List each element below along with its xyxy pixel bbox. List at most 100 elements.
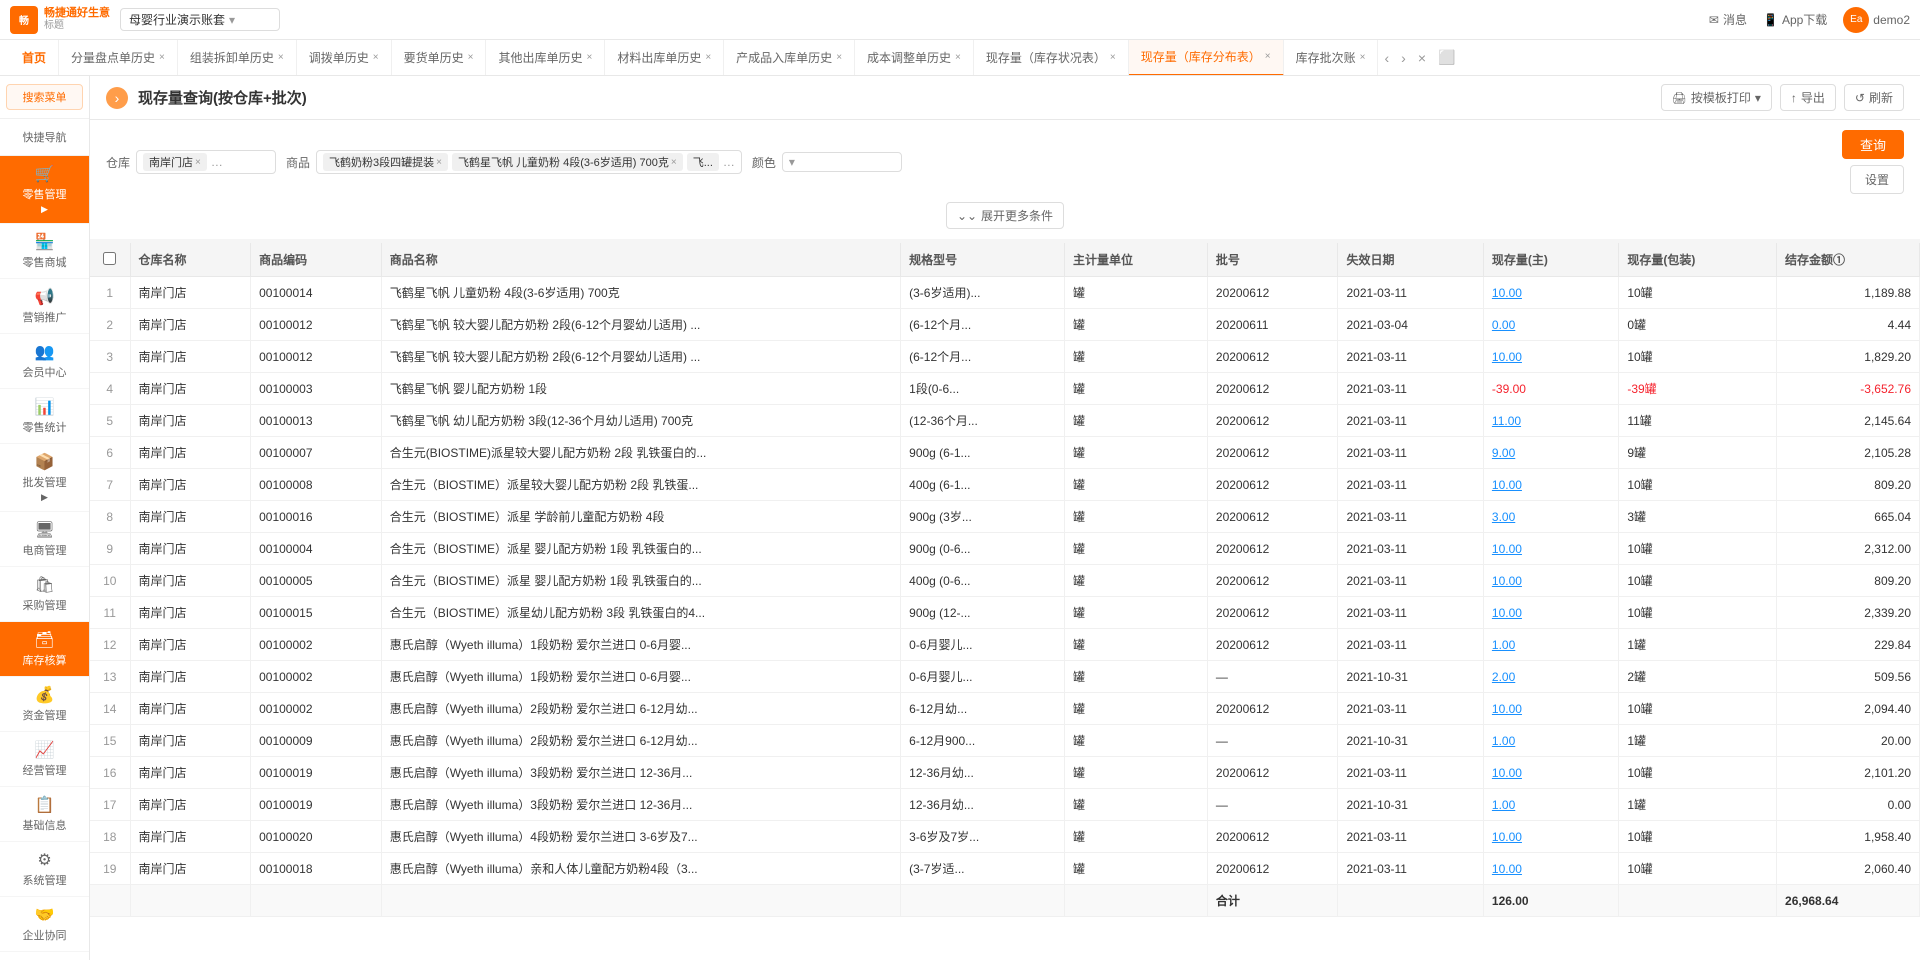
row-qty-main[interactable]: 10.00 (1483, 693, 1618, 725)
nav-next-arrow[interactable]: › (1395, 50, 1412, 66)
row-no: 12 (90, 629, 130, 661)
export-button[interactable]: ↑ 导出 (1780, 84, 1836, 111)
tab-t9[interactable]: 现存量（库存状况表） × (974, 40, 1129, 76)
tab-t10[interactable]: 现存量（库存分布表） × (1129, 40, 1284, 76)
sidebar-item-label: 库存核算 (23, 652, 67, 668)
sidebar-item-retail-shop[interactable]: 🏪 零售商城 (0, 224, 89, 279)
close-icon[interactable]: × (1110, 52, 1116, 63)
remove-tag-icon[interactable]: × (671, 157, 677, 168)
nav-prev-arrow[interactable]: ‹ (1378, 50, 1395, 66)
row-code: 00100004 (251, 533, 382, 565)
filter-more-icon[interactable]: … (211, 155, 223, 169)
col-expire: 失效日期 (1338, 243, 1483, 277)
sidebar-item-wholesale[interactable]: 📦 批发管理 ▶ (0, 444, 89, 512)
sidebar-item-retail-stats[interactable]: 📊 零售统计 (0, 389, 89, 444)
nav-tabs: 首页 分量盘点单历史 × 组装拆卸单历史 × 调拨单历史 × 要货单历史 × 其… (0, 40, 1920, 76)
quick-nav-button[interactable]: 快捷导航 (0, 123, 89, 151)
close-icon[interactable]: × (836, 52, 842, 63)
row-name: 飞鹤星飞帆 婴儿配方奶粉 1段 (381, 373, 900, 405)
tab-t4[interactable]: 要货单历史 × (392, 40, 487, 76)
query-button[interactable]: 查询 (1842, 130, 1904, 159)
user-area[interactable]: Ea demo2 (1843, 7, 1910, 33)
row-qty-main[interactable]: 11.00 (1483, 405, 1618, 437)
row-name: 飞鹤星飞帆 较大婴儿配方奶粉 2段(6-12个月婴幼儿适用) ... (381, 309, 900, 341)
close-icon[interactable]: × (373, 52, 379, 63)
close-icon[interactable]: × (278, 52, 284, 63)
search-menu-button[interactable]: 搜索菜单 (6, 84, 83, 110)
sidebar-item-basic[interactable]: 📋 基础信息 (0, 787, 89, 842)
row-warehouse: 南岸门店 (130, 437, 251, 469)
tab-t7[interactable]: 产成品入库单历史 × (724, 40, 855, 76)
sidebar-item-newbie[interactable]: 🎓 新手引导 (0, 952, 89, 960)
sidebar-item-finance[interactable]: 💰 资金管理 (0, 677, 89, 732)
row-qty-main[interactable]: 10.00 (1483, 597, 1618, 629)
row-qty-main[interactable]: 10.00 (1483, 853, 1618, 885)
warehouse-label: 仓库 (106, 154, 130, 171)
close-tab-icon[interactable]: × (1412, 50, 1432, 66)
remove-tag-icon[interactable]: × (436, 157, 442, 168)
row-qty-main[interactable]: 3.00 (1483, 501, 1618, 533)
table-header-row: 仓库名称 商品编码 商品名称 规格型号 主计量单位 批号 失效日期 现存量(主)… (90, 243, 1920, 277)
select-all-checkbox[interactable] (103, 252, 116, 265)
fullscreen-icon[interactable]: ⬜ (1432, 49, 1461, 66)
tab-t2[interactable]: 组装拆卸单历史 × (178, 40, 297, 76)
close-icon[interactable]: × (468, 52, 474, 63)
tab-t3[interactable]: 调拨单历史 × (297, 40, 392, 76)
row-qty-main[interactable]: 10.00 (1483, 821, 1618, 853)
row-qty-main[interactable]: 10.00 (1483, 469, 1618, 501)
tab-t5[interactable]: 其他出库单历史 × (486, 40, 605, 76)
close-icon[interactable]: × (1265, 51, 1271, 62)
close-icon[interactable]: × (586, 52, 592, 63)
row-qty-main[interactable]: 2.00 (1483, 661, 1618, 693)
row-qty-main[interactable]: 9.00 (1483, 437, 1618, 469)
close-icon[interactable]: × (705, 52, 711, 63)
row-qty-main[interactable]: 10.00 (1483, 565, 1618, 597)
expand-more-conditions-btn[interactable]: ⌄⌄ 展开更多条件 (946, 202, 1064, 229)
row-qty-main[interactable]: 1.00 (1483, 725, 1618, 757)
sidebar-item-ecommerce[interactable]: 🖥 电商管理 (0, 512, 89, 567)
tab-t6[interactable]: 材料出库单历史 × (605, 40, 724, 76)
close-icon[interactable]: × (1360, 52, 1366, 63)
row-qty-main[interactable]: 1.00 (1483, 629, 1618, 661)
tab-t1[interactable]: 分量盘点单历史 × (59, 40, 178, 76)
expand-sidebar-btn[interactable]: › (106, 87, 128, 109)
tab-t8[interactable]: 成本调整单历史 × (855, 40, 974, 76)
app-download-btn[interactable]: 📱 App下载 (1763, 11, 1827, 28)
row-qty-main[interactable]: -39.00 (1483, 373, 1618, 405)
chevron-down-icon: ▾ (789, 155, 795, 169)
row-qty-pkg: 10罐 (1619, 597, 1777, 629)
sidebar-item-marketing[interactable]: 📢 营销推广 (0, 279, 89, 334)
row-qty-main[interactable]: 10.00 (1483, 757, 1618, 789)
refresh-button[interactable]: ↺ 刷新 (1844, 84, 1904, 111)
product-tags[interactable]: 飞鹤奶粉3段四罐提装 × 飞鹤星飞帆 儿童奶粉 4段(3-6岁适用) 700克 … (316, 150, 742, 174)
filter-more-icon[interactable]: … (723, 155, 735, 169)
col-name: 商品名称 (381, 243, 900, 277)
close-icon[interactable]: × (955, 52, 961, 63)
tab-home[interactable]: 首页 (10, 40, 59, 76)
row-batch: 20200612 (1207, 757, 1338, 789)
row-qty-main[interactable]: 1.00 (1483, 789, 1618, 821)
row-qty-main[interactable]: 10.00 (1483, 533, 1618, 565)
table-row: 3 南岸门店 00100012 飞鹤星飞帆 较大婴儿配方奶粉 2段(6-12个月… (90, 341, 1920, 373)
tab-home-label: 首页 (22, 49, 46, 66)
sidebar-item-purchase[interactable]: 🛍 采购管理 (0, 567, 89, 622)
row-qty-main[interactable]: 10.00 (1483, 277, 1618, 309)
sidebar-item-member[interactable]: 👥 会员中心 (0, 334, 89, 389)
print-button[interactable]: 🖨 按模板打印 ▾ (1661, 84, 1772, 111)
message-btn[interactable]: ✉ 消息 (1709, 11, 1747, 28)
remove-tag-icon[interactable]: × (195, 157, 201, 168)
sidebar-item-enterprise[interactable]: 🤝 企业协同 (0, 897, 89, 952)
org-selector[interactable]: 母婴行业演示账套 ▾ (120, 8, 280, 31)
sidebar-item-system[interactable]: ⚙ 系统管理 (0, 842, 89, 897)
row-qty-main[interactable]: 10.00 (1483, 341, 1618, 373)
tab-t11[interactable]: 库存批次账 × (1284, 40, 1379, 76)
sidebar-item-retail-mgmt[interactable]: 🛒 零售管理 ▶ (0, 156, 89, 224)
settings-button[interactable]: 设置 (1850, 165, 1904, 194)
sidebar-item-inventory[interactable]: 🗃 库存核算 (0, 622, 89, 677)
table-row: 13 南岸门店 00100002 惠氏启醇（Wyeth illuma）1段奶粉 … (90, 661, 1920, 693)
close-icon[interactable]: × (159, 52, 165, 63)
sidebar-item-operations[interactable]: 📈 经营管理 (0, 732, 89, 787)
row-qty-main[interactable]: 0.00 (1483, 309, 1618, 341)
color-tags[interactable]: ▾ (782, 152, 902, 172)
warehouse-tags[interactable]: 南岸门店 × … (136, 150, 276, 174)
